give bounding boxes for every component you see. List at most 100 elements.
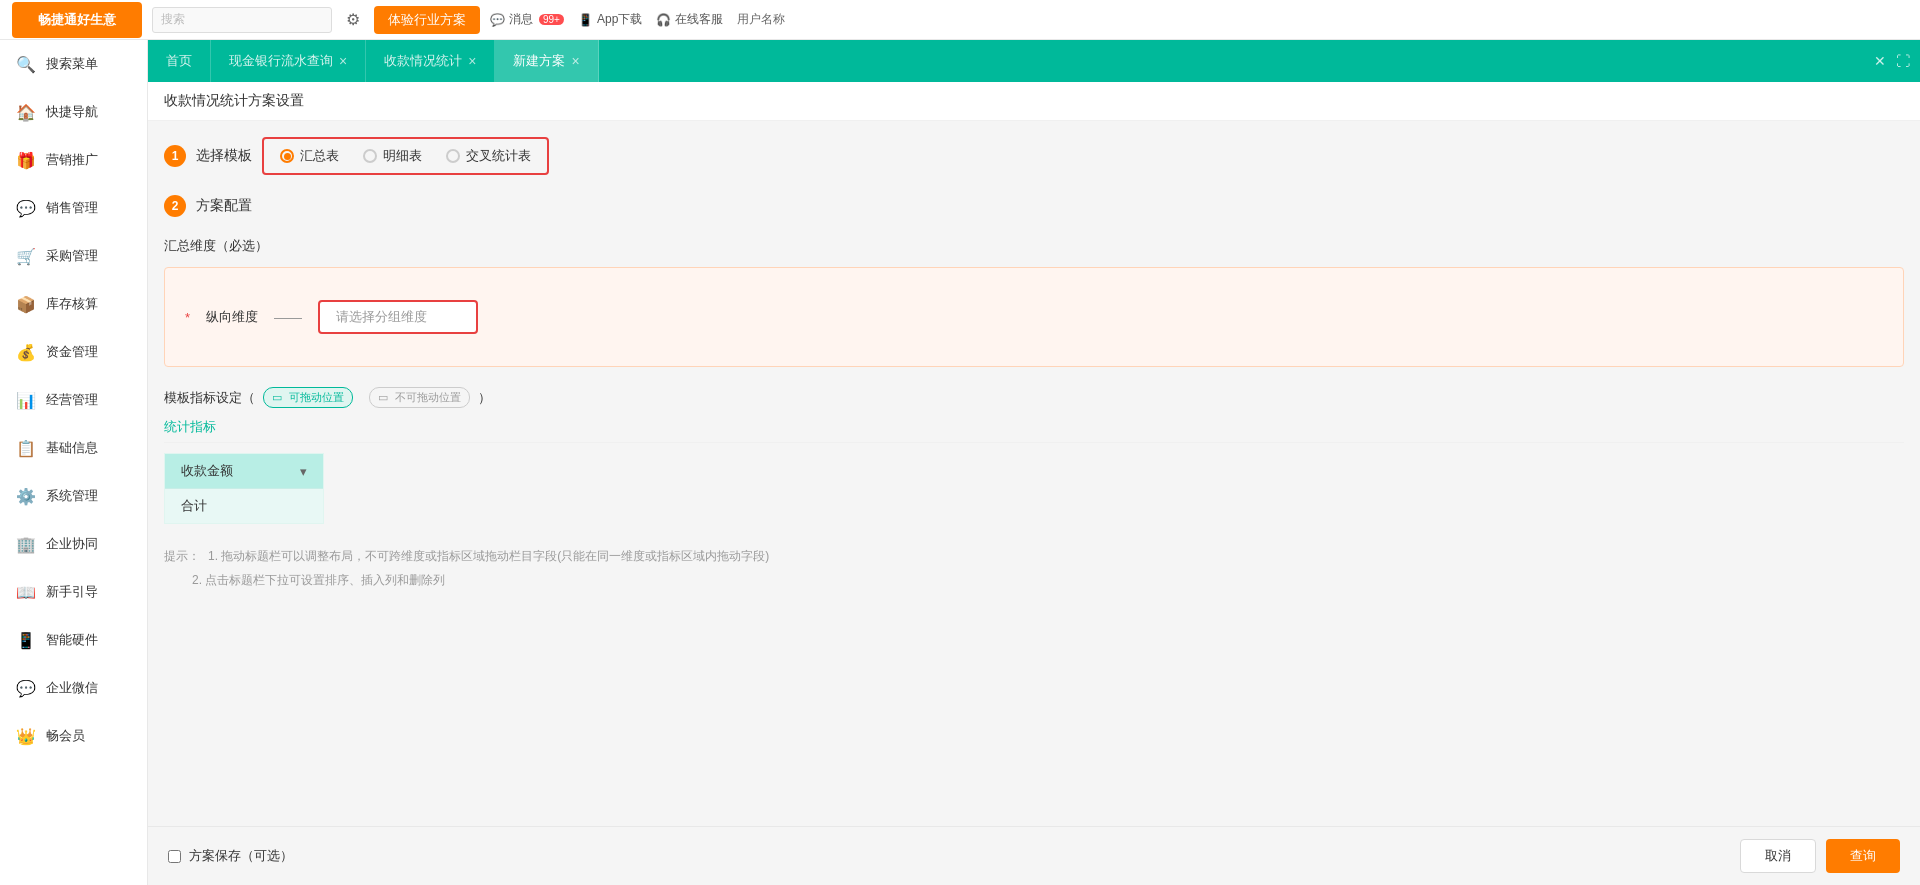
footer-buttons: 取消 查询 <box>1740 839 1900 873</box>
main-layout: 🔍 搜索菜单 🏠 快捷导航 🎁 营销推广 💬 销售管理 🛒 采购管理 📦 库存核… <box>0 40 1920 885</box>
sidebar-item-label: 系统管理 <box>46 487 98 505</box>
radio-detail-label: 明细表 <box>383 147 422 165</box>
finance-icon: 💰 <box>16 342 36 362</box>
sales-icon: 💬 <box>16 198 36 218</box>
sidebar-item-label: 采购管理 <box>46 247 98 265</box>
sidebar-item-label: 搜索菜单 <box>46 55 98 73</box>
tab-new-plan-close[interactable]: × <box>571 53 579 69</box>
sidebar-item-wechat[interactable]: 💬 企业微信 <box>0 664 147 712</box>
page-content: 收款情况统计方案设置 1 选择模板 汇总表 <box>148 82 1920 826</box>
tab-collection-stats[interactable]: 收款情况统计 × <box>366 40 495 82</box>
hardware-icon: 📱 <box>16 630 36 650</box>
save-checkbox-input[interactable] <box>168 850 181 863</box>
tip-text-1: 1. 拖动标题栏可以调整布局，不可跨维度或指标区域拖动栏目字段(只能在同一维度或… <box>208 544 769 568</box>
tab-bar: 首页 现金银行流水查询 × 收款情况统计 × 新建方案 × ✕ ⛶ <box>148 40 1920 82</box>
tab-bank-flow[interactable]: 现金银行流水查询 × <box>211 40 366 82</box>
sidebar-item-inventory[interactable]: 📦 库存核算 <box>0 280 147 328</box>
tab-home[interactable]: 首页 <box>148 40 211 82</box>
radio-cross-label: 交叉统计表 <box>466 147 531 165</box>
config-section: 汇总维度（必选） * 纵向维度 —— 请选择分组维度 <box>164 237 1904 592</box>
cancel-button[interactable]: 取消 <box>1740 839 1816 873</box>
tab-close-btn[interactable]: ✕ <box>1874 53 1886 69</box>
wechat-icon: 💬 <box>16 678 36 698</box>
step2-number: 2 <box>164 195 186 217</box>
sidebar-item-label: 基础信息 <box>46 439 98 457</box>
dimension-row: * 纵向维度 —— 请选择分组维度 <box>185 300 478 334</box>
sidebar-item-hardware[interactable]: 📱 智能硬件 <box>0 616 147 664</box>
service-icon: 🎧 <box>656 13 671 27</box>
download-item[interactable]: 📱 App下载 <box>578 11 642 28</box>
search-menu-icon: 🔍 <box>16 54 36 74</box>
step2-section: 2 方案配置 汇总维度（必选） * 纵向维度 —— <box>164 195 1904 592</box>
footer: 方案保存（可选） 取消 查询 <box>148 826 1920 885</box>
operations-icon: 📊 <box>16 390 36 410</box>
dimension-select[interactable]: 请选择分组维度 <box>318 300 478 334</box>
search-box[interactable]: 搜索 <box>152 7 332 33</box>
dimension-area: * 纵向维度 —— 请选择分组维度 <box>164 267 1904 367</box>
stat-table-header[interactable]: 收款金额 ▾ <box>165 454 323 488</box>
download-icon: 📱 <box>578 13 593 27</box>
base-info-icon: 📋 <box>16 438 36 458</box>
non-draggable-badge: ▭ 不可拖动位置 <box>369 387 470 408</box>
member-icon: 👑 <box>16 726 36 746</box>
sidebar-item-label: 新手引导 <box>46 583 98 601</box>
radio-detail[interactable]: 明细表 <box>363 147 422 165</box>
step2-header: 2 方案配置 <box>164 195 1904 217</box>
dropdown-icon[interactable]: ▾ <box>300 464 307 479</box>
sidebar-item-label: 企业微信 <box>46 679 98 697</box>
sidebar-item-operations[interactable]: 📊 经营管理 <box>0 376 147 424</box>
tip-prefix: 提示： <box>164 544 200 568</box>
sidebar-item-label: 企业协同 <box>46 535 98 553</box>
tab-expand-btn[interactable]: ⛶ <box>1896 53 1910 69</box>
collab-icon: 🏢 <box>16 534 36 554</box>
tab-bank-flow-label: 现金银行流水查询 <box>229 52 333 70</box>
tab-bank-flow-close[interactable]: × <box>339 53 347 69</box>
tab-collection-stats-close[interactable]: × <box>468 53 476 69</box>
search-placeholder: 搜索 <box>161 11 185 28</box>
stat-col-label: 收款金额 <box>181 462 233 480</box>
sidebar-item-guide[interactable]: 📖 新手引导 <box>0 568 147 616</box>
tab-new-plan[interactable]: 新建方案 × <box>495 40 598 82</box>
sidebar-item-system[interactable]: ⚙️ 系统管理 <box>0 472 147 520</box>
step1-section: 1 选择模板 汇总表 明细表 <box>164 137 1904 175</box>
stat-table: 收款金额 ▾ 合计 <box>164 453 324 524</box>
guide-icon: 📖 <box>16 582 36 602</box>
notification-icon: 💬 <box>490 13 505 27</box>
step2-title: 方案配置 <box>196 197 252 215</box>
settings-icon[interactable]: ⚙ <box>342 9 364 31</box>
sidebar-item-base-info[interactable]: 📋 基础信息 <box>0 424 147 472</box>
dimension-placeholder: 请选择分组维度 <box>336 309 427 324</box>
service-item[interactable]: 🎧 在线客服 <box>656 11 723 28</box>
download-label: App下载 <box>597 11 642 28</box>
tip-text-2: 2. 点击标题栏下拉可设置排序、插入列和删除列 <box>192 568 445 592</box>
page-title: 收款情况统计方案设置 <box>148 82 1920 121</box>
radio-summary[interactable]: 汇总表 <box>280 147 339 165</box>
sidebar-item-member[interactable]: 👑 畅会员 <box>0 712 147 760</box>
radio-detail-circle <box>363 149 377 163</box>
sidebar-item-quick-nav[interactable]: 🏠 快捷导航 <box>0 88 147 136</box>
inventory-icon: 📦 <box>16 294 36 314</box>
marketing-icon: 🎁 <box>16 150 36 170</box>
stat-table-row: 合计 <box>165 488 323 523</box>
user-info[interactable]: 用户名称 <box>737 11 785 28</box>
notification-item[interactable]: 💬 消息 99+ <box>490 11 564 28</box>
vertical-axis-label: 纵向维度 <box>206 308 258 326</box>
notification-label: 消息 <box>509 11 533 28</box>
query-button[interactable]: 查询 <box>1826 839 1900 873</box>
step1-title: 选择模板 <box>196 147 252 165</box>
app-logo: 畅捷通好生意 <box>12 2 142 38</box>
sidebar-item-label: 智能硬件 <box>46 631 98 649</box>
sidebar-item-purchase[interactable]: 🛒 采购管理 <box>0 232 147 280</box>
sidebar-item-label: 营销推广 <box>46 151 98 169</box>
sidebar-item-marketing[interactable]: 🎁 营销推广 <box>0 136 147 184</box>
sidebar-item-collab[interactable]: 🏢 企业协同 <box>0 520 147 568</box>
sidebar-item-search-menu[interactable]: 🔍 搜索菜单 <box>0 40 147 88</box>
sidebar-item-finance[interactable]: 💰 资金管理 <box>0 328 147 376</box>
radio-cross-circle <box>446 149 460 163</box>
radio-summary-label: 汇总表 <box>300 147 339 165</box>
save-checkbox[interactable]: 方案保存（可选） <box>168 847 293 865</box>
radio-cross[interactable]: 交叉统计表 <box>446 147 531 165</box>
trial-button[interactable]: 体验行业方案 <box>374 6 480 34</box>
save-label: 方案保存（可选） <box>189 847 293 865</box>
sidebar-item-sales[interactable]: 💬 销售管理 <box>0 184 147 232</box>
